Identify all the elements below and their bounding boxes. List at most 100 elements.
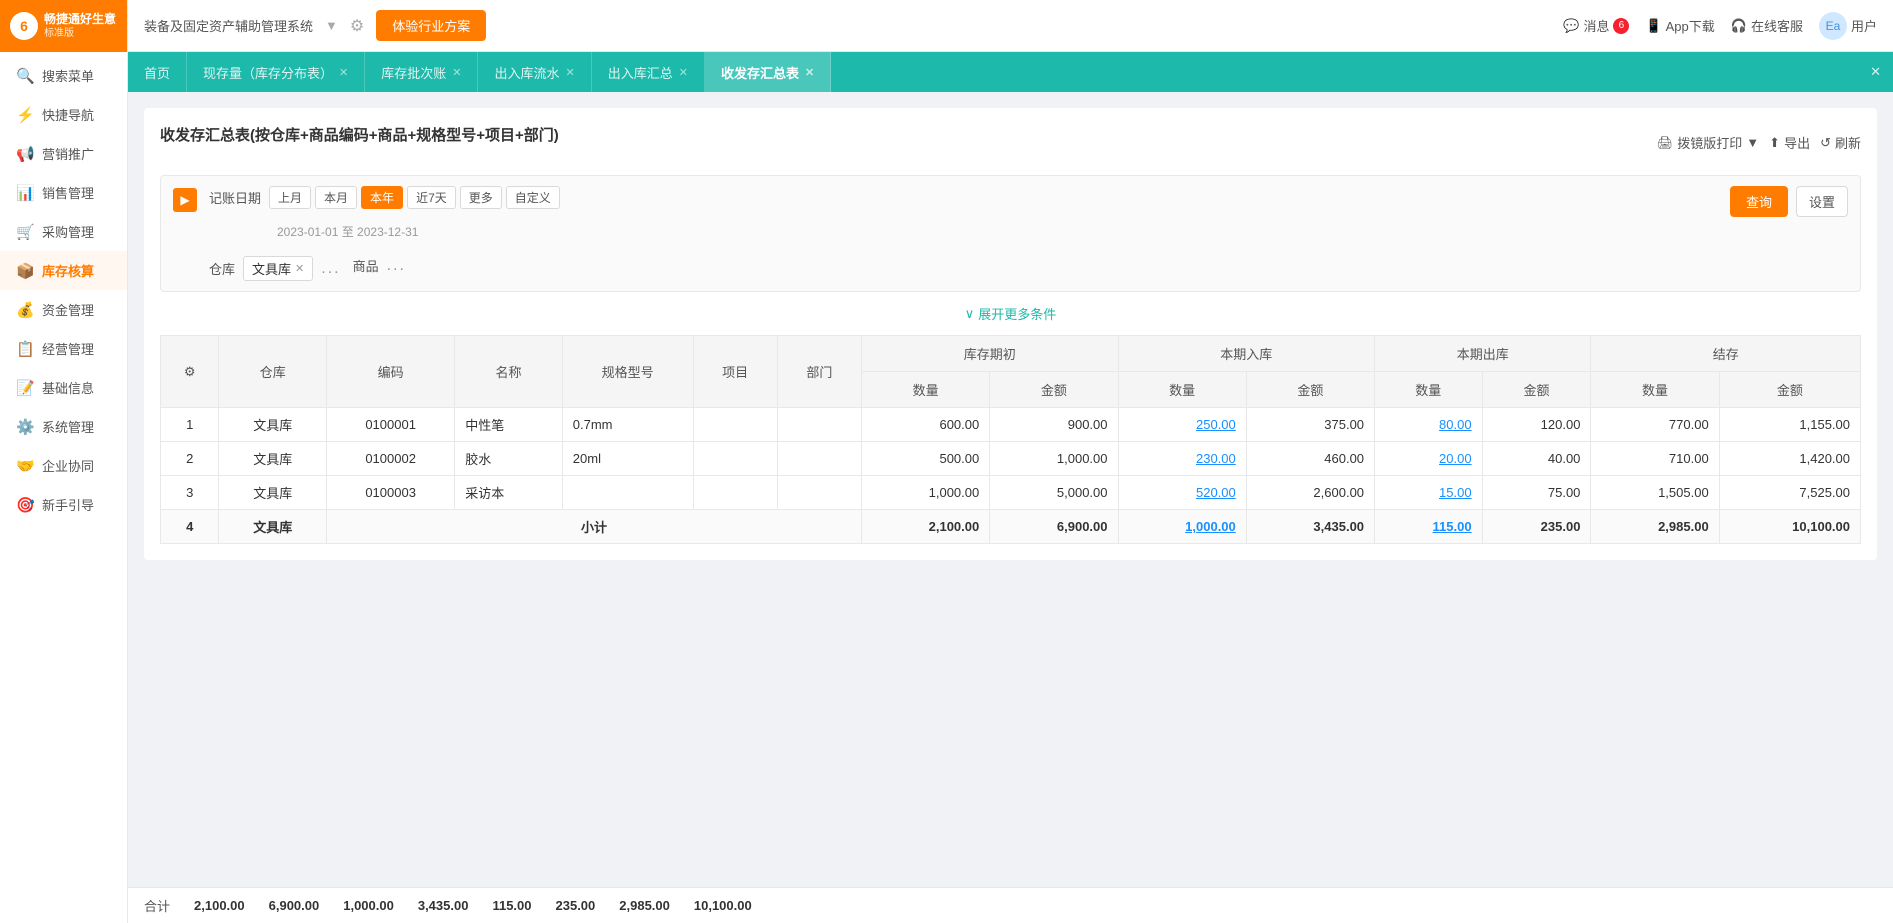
- row-goods-name: 中性笔: [455, 408, 563, 442]
- tab-close-recv-send-summary[interactable]: ✕: [805, 66, 814, 79]
- row-balance-amt: 1,155.00: [1719, 408, 1860, 442]
- table-row: 3 文具库 0100003 采访本 1,000.00 5,000.00 520.…: [161, 476, 1861, 510]
- trial-btn[interactable]: 体验行业方案: [376, 10, 486, 41]
- tab-label-recv-send-summary: 收发存汇总表: [721, 63, 799, 82]
- refresh-btn[interactable]: ↺ 刷新: [1820, 133, 1861, 152]
- tab-close-in-out-summary[interactable]: ✕: [679, 66, 688, 79]
- message-btn[interactable]: 💬 消息 6: [1563, 16, 1629, 35]
- th-out: 本期出库: [1375, 336, 1591, 372]
- sidebar-item-guide[interactable]: 🎯 新手引导: [0, 485, 127, 524]
- date-btn-this-month[interactable]: 本月: [315, 186, 357, 209]
- expand-bar: ∨ 展开更多条件: [160, 304, 1861, 323]
- date-btn-7days[interactable]: 近7天: [407, 186, 456, 209]
- row-goods-spec: 20ml: [562, 442, 693, 476]
- total-out-qty: 115.00: [492, 898, 531, 913]
- settings-button[interactable]: 设置: [1796, 186, 1848, 217]
- logo-icon: 6: [10, 12, 38, 40]
- tab-batch[interactable]: 库存批次账✕: [365, 52, 478, 92]
- sidebar-item-search[interactable]: 🔍 搜索菜单: [0, 56, 127, 95]
- query-button[interactable]: 查询: [1730, 186, 1788, 217]
- date-btn-custom[interactable]: 自定义: [506, 186, 560, 209]
- data-table: ⚙ 仓库 编码 名称 规格型号 项目 部门 库存期初 本期入库 本期出库 结存 …: [160, 335, 1861, 544]
- row-in-qty[interactable]: 250.00: [1118, 408, 1246, 442]
- row-balance-amt: 7,525.00: [1719, 476, 1860, 510]
- headset-icon: 🎧: [1731, 18, 1747, 34]
- sidebar-item-system[interactable]: ⚙️ 系统管理: [0, 407, 127, 446]
- goods-more[interactable]: ...: [387, 257, 406, 275]
- row-out-qty[interactable]: 15.00: [1375, 476, 1483, 510]
- row-balance-amt: 1,420.00: [1719, 442, 1860, 476]
- row-out-qty[interactable]: 20.00: [1375, 442, 1483, 476]
- sidebar-item-finance[interactable]: 💰 资金管理: [0, 290, 127, 329]
- warehouse-tag-close[interactable]: ✕: [295, 262, 304, 275]
- dropdown-icon[interactable]: ▼: [325, 18, 338, 33]
- goods-label: 商品: [353, 256, 379, 275]
- tab-close-in-out-flow[interactable]: ✕: [566, 66, 575, 79]
- row-in-qty[interactable]: 230.00: [1118, 442, 1246, 476]
- row-goods-spec: 0.7mm: [562, 408, 693, 442]
- online-service-btn[interactable]: 🎧 在线客服: [1731, 16, 1803, 35]
- sidebar-item-inventory[interactable]: 📦 库存核算: [0, 251, 127, 290]
- export-btn[interactable]: ⬆ 导出: [1769, 133, 1810, 152]
- tab-close-inventory-dist[interactable]: ✕: [339, 66, 348, 79]
- row-opening-amt: 1,000.00: [990, 442, 1118, 476]
- sales-icon: 📊: [16, 184, 34, 202]
- subtotal-in-qty[interactable]: 1,000.00: [1118, 510, 1246, 544]
- row-balance-qty: 770.00: [1591, 408, 1719, 442]
- phone-icon: 📱: [1645, 18, 1661, 34]
- total-in-qty: 1,000.00: [343, 898, 394, 913]
- system-icon: ⚙️: [16, 418, 34, 436]
- sidebar-item-operations[interactable]: 📋 经营管理: [0, 329, 127, 368]
- row-project: [693, 476, 777, 510]
- total-opening-amt: 6,900.00: [269, 898, 320, 913]
- filter-toggle-btn[interactable]: ▶: [173, 188, 197, 212]
- total-balance-qty: 2,985.00: [619, 898, 670, 913]
- subtotal-opening-amt: 6,900.00: [990, 510, 1118, 544]
- tab-in-out-flow[interactable]: 出入库流水✕: [478, 52, 591, 92]
- expand-more-btn[interactable]: ∨ 展开更多条件: [965, 304, 1057, 323]
- table-footer: 合计 2,100.00 6,900.00 1,000.00 3,435.00 1…: [128, 887, 1893, 923]
- th-project: 项目: [693, 336, 777, 408]
- sidebar-item-enterprise[interactable]: 🤝 企业协同: [0, 446, 127, 485]
- message-badge: 6: [1613, 18, 1629, 34]
- th-settings[interactable]: ⚙: [161, 336, 219, 408]
- sidebar-item-sales[interactable]: 📊 销售管理: [0, 173, 127, 212]
- row-in-amt: 2,600.00: [1246, 476, 1374, 510]
- tab-label-inventory-dist: 现存量（库存分布表）: [203, 63, 333, 82]
- date-btn-more[interactable]: 更多: [460, 186, 502, 209]
- warehouse-more[interactable]: ...: [321, 260, 340, 278]
- sidebar-item-marketing[interactable]: 📢 营销推广: [0, 134, 127, 173]
- purchase-icon: 🛒: [16, 223, 34, 241]
- sidebar-item-basic-info[interactable]: 📝 基础信息: [0, 368, 127, 407]
- row-in-qty[interactable]: 520.00: [1118, 476, 1246, 510]
- tab-in-out-summary[interactable]: 出入库汇总✕: [592, 52, 705, 92]
- row-out-qty[interactable]: 80.00: [1375, 408, 1483, 442]
- close-all-tabs-btn[interactable]: ✕: [1858, 52, 1893, 92]
- print-btn[interactable]: 🖨 拨镜版打印 ▼: [1657, 133, 1759, 152]
- total-label: 合计: [144, 896, 170, 915]
- row-out-amt: 120.00: [1482, 408, 1591, 442]
- user-menu[interactable]: Ea 用户: [1819, 12, 1877, 40]
- system-title: 装备及固定资产辅助管理系统: [144, 16, 313, 35]
- date-btn-this-year[interactable]: 本年: [361, 186, 403, 209]
- th-dept: 部门: [777, 336, 861, 408]
- tab-close-batch[interactable]: ✕: [452, 66, 461, 79]
- sidebar-item-label: 采购管理: [42, 222, 94, 241]
- settings-icon[interactable]: ⚙: [350, 16, 364, 36]
- tab-inventory-dist[interactable]: 现存量（库存分布表） ✕: [187, 52, 365, 92]
- table-row: 1 文具库 0100001 中性笔 0.7mm 600.00 900.00 25…: [161, 408, 1861, 442]
- tab-home[interactable]: 首页: [128, 52, 187, 92]
- subtotal-out-qty[interactable]: 115.00: [1375, 510, 1483, 544]
- th-goods-code: 编码: [326, 336, 454, 408]
- sidebar-item-label: 库存核算: [42, 261, 94, 280]
- sidebar-item-quick-nav[interactable]: ⚡ 快捷导航: [0, 95, 127, 134]
- tab-recv-send-summary[interactable]: 收发存汇总表 ✕: [705, 52, 831, 92]
- date-btn-prev-month[interactable]: 上月: [269, 186, 311, 209]
- sidebar-item-purchase[interactable]: 🛒 采购管理: [0, 212, 127, 251]
- row-goods-code: 0100001: [326, 408, 454, 442]
- quick-nav-icon: ⚡: [16, 106, 34, 124]
- topbar-right: 💬 消息 6 📱 App下载 🎧 在线客服 Ea 用户: [1563, 12, 1877, 40]
- app-download-btn[interactable]: 📱 App下载: [1645, 16, 1714, 35]
- th-out-qty: 数量: [1375, 372, 1483, 408]
- sidebar-item-label: 资金管理: [42, 300, 94, 319]
